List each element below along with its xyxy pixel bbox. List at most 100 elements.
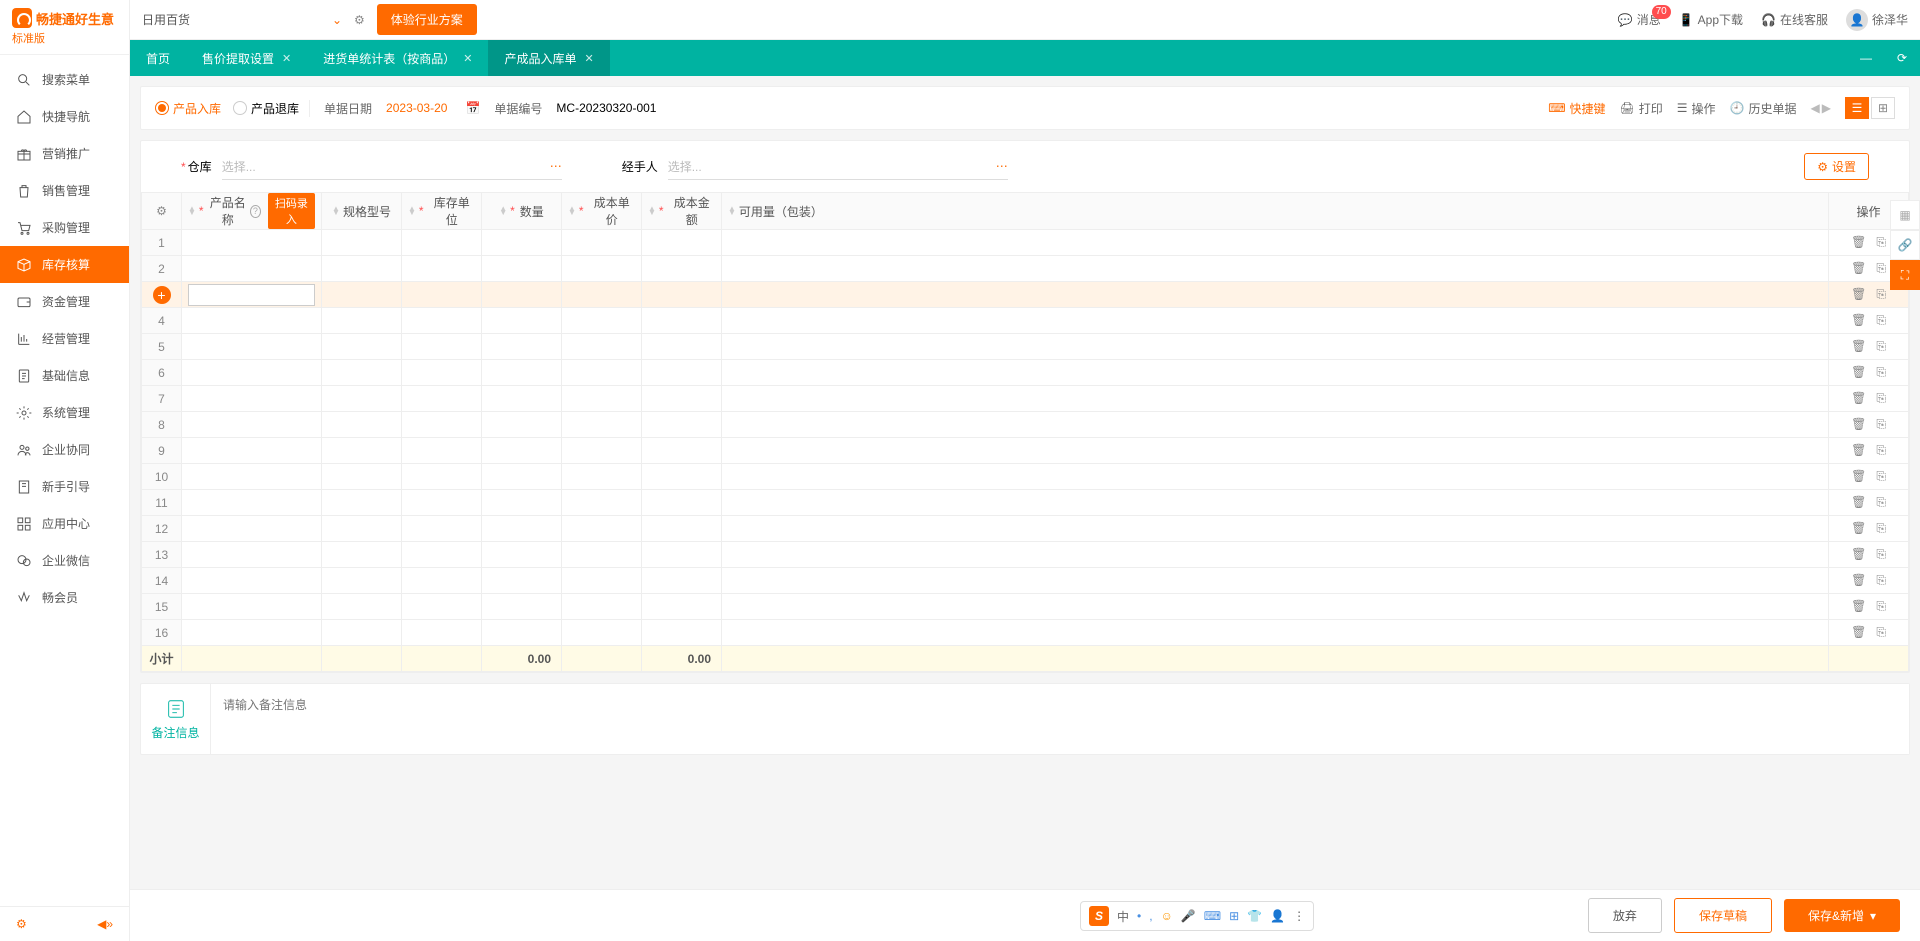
handler-select[interactable]: 选择... ⋯ [668, 154, 1008, 180]
sidebar-item-apps[interactable]: 应用中心 [0, 505, 129, 542]
delete-row-icon[interactable]: 🗑 [1851, 417, 1866, 432]
delete-row-icon[interactable]: 🗑 [1851, 495, 1866, 510]
sidebar-item-wechat[interactable]: 企业微信 [0, 542, 129, 579]
save-draft-button[interactable]: 保存草稿 [1674, 898, 1772, 933]
copy-row-icon[interactable]: ⎘ [1876, 573, 1886, 588]
table-row[interactable]: +🗑⎘ [142, 282, 1909, 308]
sidebar-item-home[interactable]: 快捷导航 [0, 98, 129, 135]
table-row[interactable]: 8🗑⎘ [142, 412, 1909, 438]
copy-row-icon[interactable]: ⎘ [1876, 443, 1886, 458]
delete-row-icon[interactable]: 🗑 [1851, 391, 1866, 406]
table-row[interactable]: 16🗑⎘ [142, 620, 1909, 646]
table-row[interactable]: 12🗑⎘ [142, 516, 1909, 542]
copy-row-icon[interactable]: ⎘ [1876, 313, 1886, 328]
app-download-button[interactable]: 📱 App下载 [1679, 11, 1743, 28]
table-row[interactable]: 14🗑⎘ [142, 568, 1909, 594]
sidebar-item-search[interactable]: 搜索菜单 [0, 61, 129, 98]
view-detail-icon[interactable]: ⊞ [1871, 97, 1895, 119]
side-tool-expand-icon[interactable]: ⛶ [1890, 260, 1920, 290]
delete-row-icon[interactable]: 🗑 [1851, 573, 1866, 588]
print-button[interactable]: 🖨 打印 [1620, 100, 1663, 117]
tab[interactable]: 售价提取设置✕ [186, 40, 307, 76]
copy-row-icon[interactable]: ⎘ [1876, 417, 1886, 432]
copy-row-icon[interactable]: ⎘ [1876, 547, 1886, 562]
radio-product-out[interactable]: 产品退库 [233, 100, 299, 117]
copy-row-icon[interactable]: ⎘ [1876, 339, 1886, 354]
remarks-input[interactable] [211, 684, 1909, 754]
sidebar-item-bag[interactable]: 销售管理 [0, 172, 129, 209]
radio-product-in[interactable]: 产品入库 [155, 100, 221, 117]
tab-minimize-icon[interactable]: — [1848, 51, 1884, 65]
copy-row-icon[interactable]: ⎘ [1876, 365, 1886, 380]
table-row[interactable]: 6🗑⎘ [142, 360, 1909, 386]
sidebar-item-box[interactable]: 库存核算 [0, 246, 129, 283]
settings-button[interactable]: ⚙ 设置 [1804, 153, 1869, 180]
settings-icon[interactable]: ⚙ [16, 917, 27, 931]
online-service-button[interactable]: 🎧 在线客服 [1761, 11, 1828, 28]
sidebar-item-cart[interactable]: 采购管理 [0, 209, 129, 246]
add-row-icon[interactable]: + [153, 286, 171, 304]
ime-toolbar[interactable]: S 中 •, ☺🎤 ⌨⊞ 👕👤 ⋮ [1080, 901, 1314, 931]
discard-button[interactable]: 放弃 [1588, 898, 1662, 933]
col-qty[interactable]: ▲▼*数量 [482, 193, 562, 230]
side-tool-1[interactable]: ▦ [1890, 200, 1920, 230]
next-doc-icon[interactable]: ▶ [1822, 101, 1831, 115]
tab-refresh-icon[interactable]: ⟳ [1884, 51, 1920, 65]
delete-row-icon[interactable]: 🗑 [1851, 521, 1866, 536]
user-menu[interactable]: 👤 徐泽华 [1846, 9, 1908, 31]
history-button[interactable]: 🕘 历史单据 [1730, 100, 1797, 117]
sidebar-item-gift[interactable]: 营销推广 [0, 135, 129, 172]
delete-row-icon[interactable]: 🗑 [1851, 365, 1866, 380]
tab[interactable]: 进货单统计表（按商品）✕ [307, 40, 488, 76]
messages-button[interactable]: 💬 消息 70 [1618, 11, 1661, 28]
delete-row-icon[interactable]: 🗑 [1851, 443, 1866, 458]
operation-button[interactable]: ☰ 操作 [1677, 100, 1716, 117]
product-name-input[interactable] [188, 284, 315, 306]
table-row[interactable]: 10🗑⎘ [142, 464, 1909, 490]
col-available[interactable]: ▲▼可用量（包装） [722, 193, 1829, 230]
delete-row-icon[interactable]: 🗑 [1851, 547, 1866, 562]
delete-row-icon[interactable]: 🗑 [1851, 625, 1866, 640]
table-row[interactable]: 7🗑⎘ [142, 386, 1909, 412]
close-icon[interactable]: ✕ [585, 52, 594, 65]
copy-row-icon[interactable]: ⎘ [1876, 625, 1886, 640]
table-row[interactable]: 13🗑⎘ [142, 542, 1909, 568]
col-spec[interactable]: ▲▼规格型号 [322, 193, 402, 230]
tab[interactable]: 产成品入库单✕ [488, 40, 609, 76]
calendar-icon[interactable]: 📅 [465, 101, 480, 115]
table-row[interactable]: 15🗑⎘ [142, 594, 1909, 620]
collapse-icon[interactable]: ◀» [97, 917, 113, 931]
prev-doc-icon[interactable]: ◀ [1811, 101, 1820, 115]
col-amount[interactable]: ▲▼*成本金额 [642, 193, 722, 230]
table-row[interactable]: 11🗑⎘ [142, 490, 1909, 516]
delete-row-icon[interactable]: 🗑 [1851, 261, 1866, 276]
table-row[interactable]: 4🗑⎘ [142, 308, 1909, 334]
sidebar-item-chart[interactable]: 经营管理 [0, 320, 129, 357]
sidebar-item-gear[interactable]: 系统管理 [0, 394, 129, 431]
col-unit[interactable]: ▲▼*库存单位 [402, 193, 482, 230]
col-config[interactable]: ⚙ [142, 193, 182, 230]
delete-row-icon[interactable]: 🗑 [1851, 235, 1866, 250]
copy-row-icon[interactable]: ⎘ [1876, 495, 1886, 510]
delete-row-icon[interactable]: 🗑 [1851, 469, 1866, 484]
gear-icon[interactable]: ⚙ [354, 13, 365, 27]
copy-row-icon[interactable]: ⎘ [1876, 469, 1886, 484]
table-row[interactable]: 9🗑⎘ [142, 438, 1909, 464]
cta-button[interactable]: 体验行业方案 [377, 4, 477, 35]
more-icon[interactable]: ⋯ [550, 159, 562, 173]
copy-row-icon[interactable]: ⎘ [1876, 235, 1886, 250]
close-icon[interactable]: ✕ [463, 52, 472, 65]
delete-row-icon[interactable]: 🗑 [1851, 313, 1866, 328]
delete-row-icon[interactable]: 🗑 [1851, 287, 1866, 302]
delete-row-icon[interactable]: 🗑 [1851, 599, 1866, 614]
sidebar-item-team[interactable]: 企业协同 [0, 431, 129, 468]
copy-row-icon[interactable]: ⎘ [1876, 521, 1886, 536]
table-row[interactable]: 5🗑⎘ [142, 334, 1909, 360]
view-list-icon[interactable]: ☰ [1845, 97, 1869, 119]
sidebar-item-vip[interactable]: 畅会员 [0, 579, 129, 616]
category-dropdown[interactable]: 日用百货 ⌄ [142, 11, 342, 28]
scan-badge[interactable]: 扫码录入 [268, 193, 315, 229]
side-tool-link-icon[interactable]: 🔗 [1890, 230, 1920, 260]
sidebar-item-doc[interactable]: 基础信息 [0, 357, 129, 394]
copy-row-icon[interactable]: ⎘ [1876, 391, 1886, 406]
